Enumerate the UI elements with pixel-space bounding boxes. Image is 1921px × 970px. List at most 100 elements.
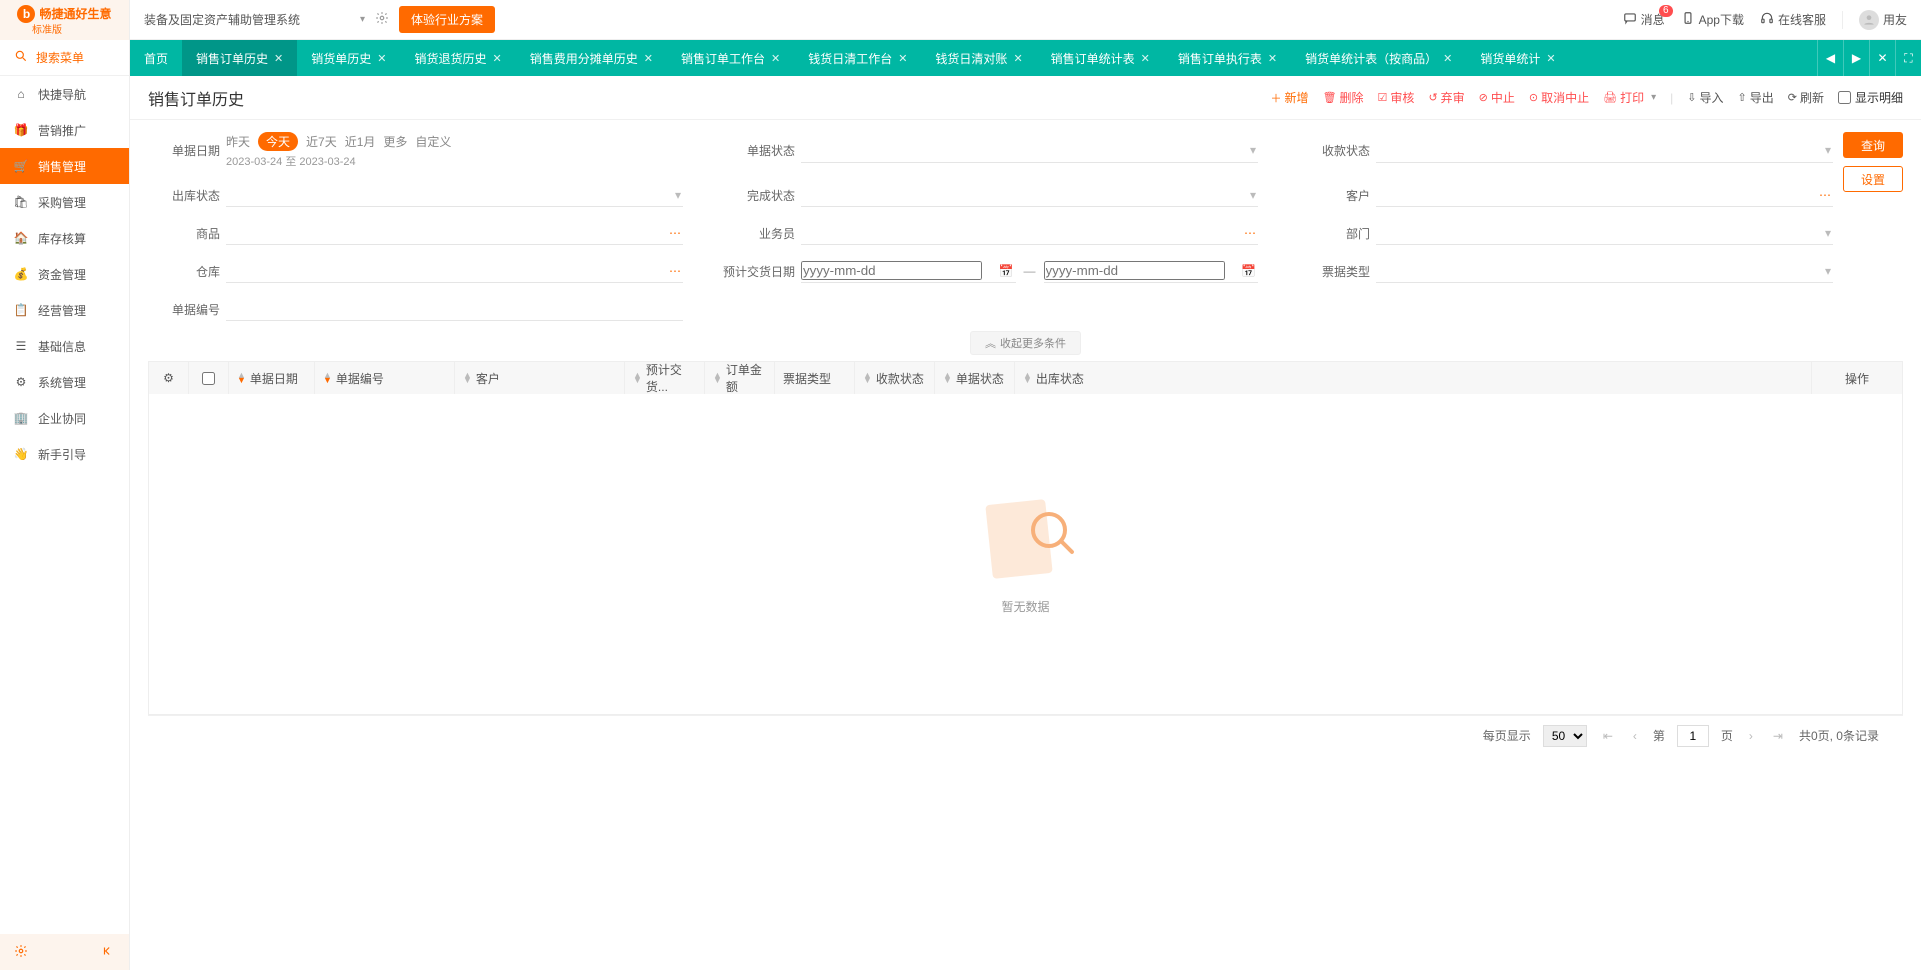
close-icon[interactable]: ✕ [898,52,907,65]
date-chip-5[interactable]: 自定义 [415,133,451,150]
th-amount[interactable]: ▲▼订单金额 [705,362,775,394]
close-icon[interactable]: ✕ [274,52,283,65]
add-button[interactable]: ＋新增 [1271,89,1309,106]
th-checkbox[interactable] [189,362,229,394]
audit-button[interactable]: ☑审核 [1378,89,1415,106]
tab-1[interactable]: 销售订单历史✕ [182,40,297,76]
close-icon[interactable]: ✕ [1141,52,1150,65]
nav-item-1[interactable]: 🎁营销推广 [0,112,129,148]
page-last[interactable]: ⇥ [1769,729,1787,743]
refresh-button[interactable]: ⟳刷新 [1788,89,1824,106]
nav-item-7[interactable]: ☰基础信息 [0,328,129,364]
tab-7[interactable]: 钱货日清对账✕ [921,40,1036,76]
close-icon[interactable]: ✕ [493,52,502,65]
ticket-type-select[interactable]: ▾ [1376,259,1833,283]
tab-9[interactable]: 销售订单执行表✕ [1164,40,1291,76]
th-doc-no[interactable]: ▲▼单据编号 [315,362,455,394]
page-first[interactable]: ⇤ [1599,729,1617,743]
close-icon[interactable]: ✕ [1013,52,1022,65]
unstop-button[interactable]: ⊙取消中止 [1529,89,1589,106]
nav-item-3[interactable]: 🛍采购管理 [0,184,129,220]
user-menu[interactable]: 用友 [1859,10,1907,30]
tab-11[interactable]: 销货单统计✕ [1466,40,1569,76]
industry-plan-button[interactable]: 体验行业方案 [399,6,495,33]
doc-status-select[interactable]: ▾ [801,139,1258,163]
export-button[interactable]: ⇧导出 [1738,89,1774,106]
messages-button[interactable]: 消息 6 [1623,11,1665,28]
customer-picker[interactable]: ⋯ [1376,183,1833,207]
system-select[interactable]: 装备及固定资产辅助管理系统 ▾ [144,11,365,28]
date-chip-3[interactable]: 近1月 [345,133,376,150]
nav-item-4[interactable]: 🏠库存核算 [0,220,129,256]
date-chip-2[interactable]: 近7天 [306,133,337,150]
print-button[interactable]: 🖨打印▾ [1603,89,1656,106]
import-button[interactable]: ⇩导入 [1687,89,1723,106]
th-ticket-type[interactable]: 票据类型 [775,362,855,394]
th-out-status[interactable]: ▲▼出库状态 [1015,362,1812,394]
tab-10[interactable]: 销货单统计表（按商品）✕ [1291,40,1466,76]
system-settings-icon[interactable] [375,11,389,28]
th-settings[interactable]: ⚙ [149,362,189,394]
collapse-sidebar-icon[interactable] [101,944,115,961]
show-detail-input[interactable] [1838,91,1851,104]
discard-button[interactable]: ↺弃审 [1428,89,1464,106]
nav-item-2[interactable]: 🛒销售管理 [0,148,129,184]
online-service-button[interactable]: 在线客服 [1760,11,1826,28]
salesman-picker[interactable]: ⋯ [801,221,1258,245]
gear-icon[interactable] [14,944,28,961]
field-salesman: 业务员 ⋯ [723,221,1258,245]
page-next[interactable]: › [1745,729,1757,743]
tab-fullscreen[interactable]: ⛶ [1895,40,1921,76]
close-icon[interactable]: ✕ [644,52,653,65]
stop-button[interactable]: ⊘中止 [1479,89,1515,106]
per-page-select[interactable]: 50 [1543,725,1587,747]
collapse-filters-button[interactable]: ︽ 收起更多条件 [970,331,1081,355]
close-icon[interactable]: ✕ [1546,52,1555,65]
tab-3[interactable]: 销货退货历史✕ [400,40,515,76]
show-detail-checkbox[interactable]: 显示明细 [1838,89,1903,106]
close-icon[interactable]: ✕ [1443,52,1452,65]
settings-button[interactable]: 设置 [1843,166,1903,192]
th-doc-date[interactable]: ▲▼单据日期 [229,362,315,394]
tab-scroll-left[interactable]: ◀ [1817,40,1843,76]
tab-4[interactable]: 销售费用分摊单历史✕ [516,40,667,76]
th-deliver-date[interactable]: ▲▼预计交货... [625,362,705,394]
th-pay-status[interactable]: ▲▼收款状态 [855,362,935,394]
deliver-date-from[interactable]: 📅 [801,259,1016,283]
delete-button[interactable]: 🗑删除 [1323,89,1364,106]
page-input[interactable] [1677,725,1709,747]
tab-6[interactable]: 钱货日清工作台✕ [794,40,921,76]
app-download-button[interactable]: App下载 [1681,11,1744,28]
tab-close-all[interactable]: ✕ [1869,40,1895,76]
search-menu[interactable]: 搜索菜单 [0,40,129,76]
nav-item-6[interactable]: 📋经营管理 [0,292,129,328]
page-prev[interactable]: ‹ [1629,729,1641,743]
close-icon[interactable]: ✕ [771,52,780,65]
product-picker[interactable]: ⋯ [226,221,683,245]
tab-scroll-right[interactable]: ▶ [1843,40,1869,76]
pay-status-select[interactable]: ▾ [1376,139,1833,163]
close-icon[interactable]: ✕ [377,52,386,65]
date-chip-4[interactable]: 更多 [383,133,407,150]
done-status-select[interactable]: ▾ [801,183,1258,207]
nav-item-9[interactable]: 🏢企业协同 [0,400,129,436]
nav-item-10[interactable]: 👋新手引导 [0,436,129,472]
deliver-date-to[interactable]: 📅 [1044,259,1259,283]
tab-2[interactable]: 销货单历史✕ [297,40,400,76]
th-doc-status[interactable]: ▲▼单据状态 [935,362,1015,394]
out-status-select[interactable]: ▾ [226,183,683,207]
dept-select[interactable]: ▾ [1376,221,1833,245]
tab-0[interactable]: 首页 [130,40,182,76]
query-button[interactable]: 查询 [1843,132,1903,158]
th-customer[interactable]: ▲▼客户 [455,362,625,394]
nav-item-5[interactable]: 💰资金管理 [0,256,129,292]
nav-item-0[interactable]: ⌂快捷导航 [0,76,129,112]
close-icon[interactable]: ✕ [1268,52,1277,65]
tab-5[interactable]: 销售订单工作台✕ [667,40,794,76]
date-chip-1[interactable]: 今天 [258,132,298,151]
tab-8[interactable]: 销售订单统计表✕ [1037,40,1164,76]
date-chip-0[interactable]: 昨天 [226,133,250,150]
nav-item-8[interactable]: ⚙系统管理 [0,364,129,400]
doc-no-input[interactable] [226,297,683,321]
warehouse-picker[interactable]: ⋯ [226,259,683,283]
